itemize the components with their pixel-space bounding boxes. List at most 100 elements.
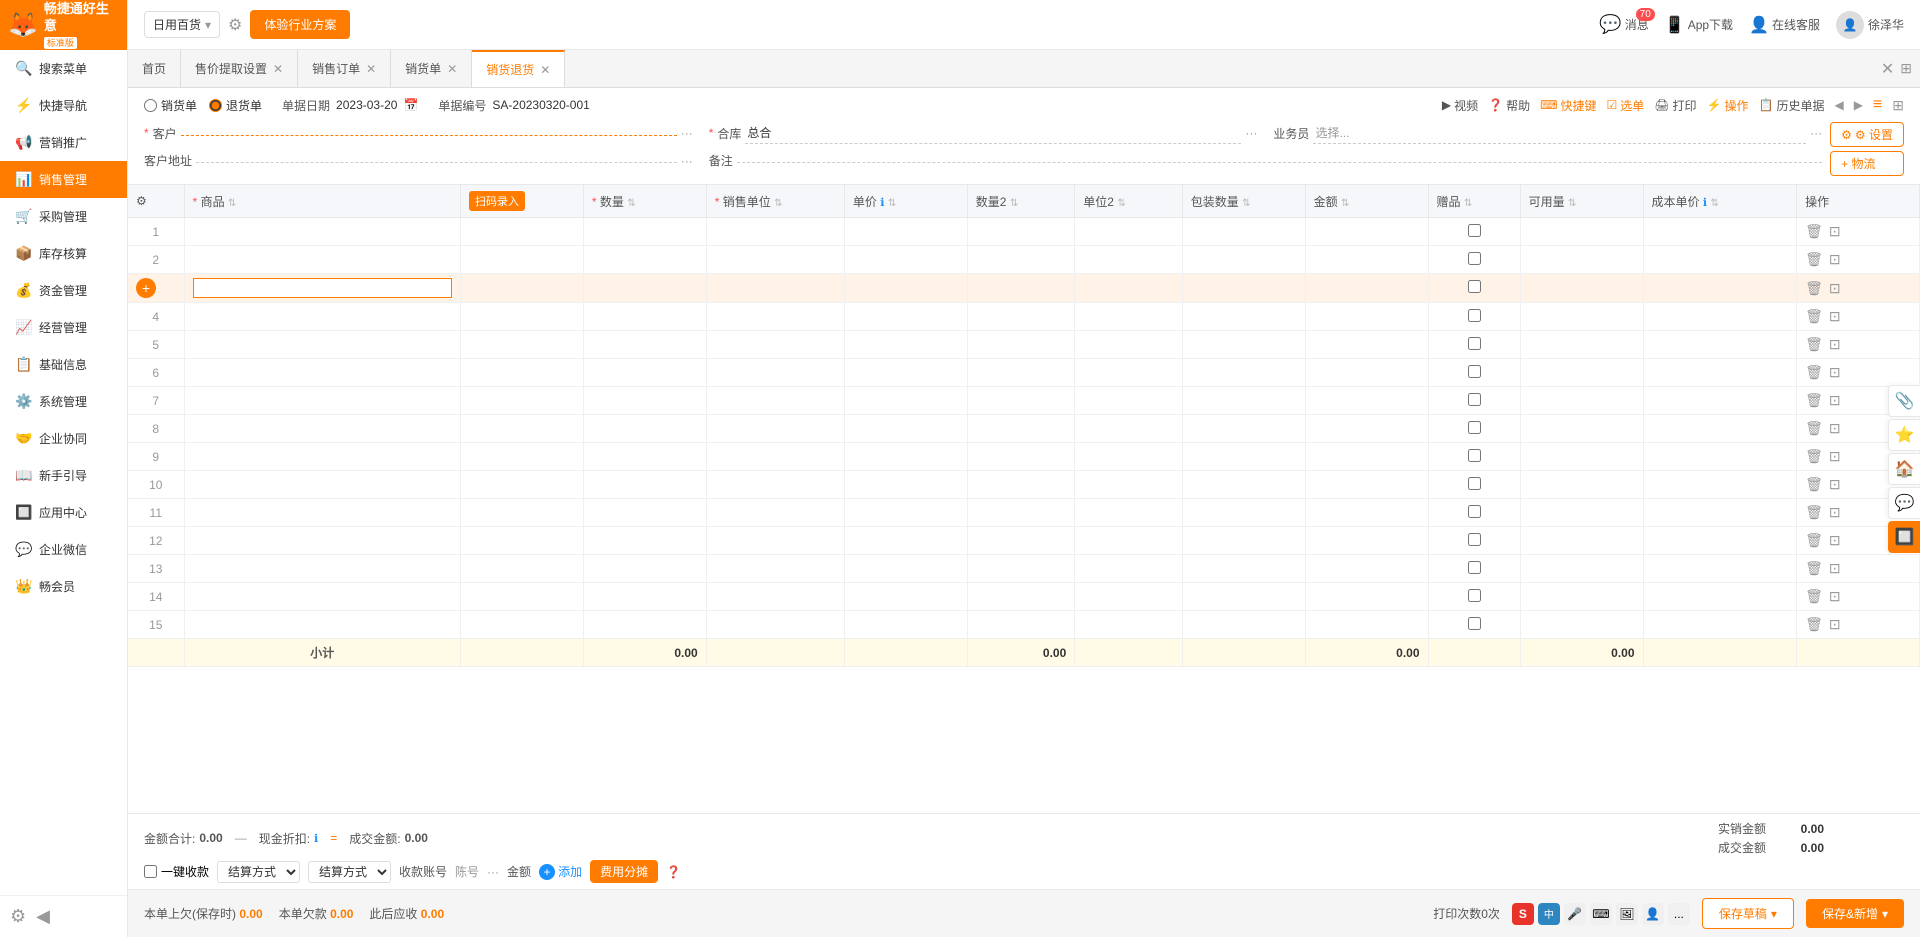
sidebar-item-basic[interactable]: 📋 基础信息	[0, 346, 127, 383]
help-btn[interactable]: ❓ 帮助	[1488, 97, 1530, 114]
sort-icon[interactable]: ⇅	[1341, 198, 1349, 209]
account-dots[interactable]: ···	[487, 865, 499, 879]
copy-icon[interactable]: ⊡	[1829, 616, 1841, 633]
copy-row-icon[interactable]: ⊡	[1829, 280, 1841, 297]
sort-icon[interactable]: ⇅	[1710, 198, 1718, 209]
tab-price-close-icon[interactable]: ✕	[273, 62, 283, 76]
product-cell[interactable]	[184, 218, 460, 246]
tab-expand-icon[interactable]: ⊞	[1900, 60, 1912, 77]
gift-checkbox[interactable]	[1468, 252, 1481, 265]
sidebar-item-inventory[interactable]: 📦 库存核算	[0, 235, 127, 272]
delete-icon[interactable]: 🗑	[1805, 336, 1823, 353]
radio-delivery-input[interactable]	[144, 99, 157, 112]
add-row-btn[interactable]: +	[136, 278, 156, 298]
copy-icon[interactable]: ⊡	[1829, 308, 1841, 325]
gift-checkbox[interactable]	[1468, 393, 1481, 406]
gift-checkbox[interactable]	[1468, 505, 1481, 518]
product-cell-active[interactable]	[184, 274, 460, 303]
rfb-5[interactable]: 🔲	[1888, 521, 1920, 553]
product-cell[interactable]	[184, 246, 460, 274]
sales-unit-cell[interactable]	[706, 246, 844, 274]
gift-cell[interactable]	[1428, 246, 1520, 274]
sort-icon[interactable]: ⇅	[1117, 198, 1125, 209]
sidebar-item-guide[interactable]: 📖 新手引导	[0, 457, 127, 494]
bottom-icon-6[interactable]: 👤	[1642, 903, 1664, 925]
sort-icon[interactable]: ⇅	[888, 198, 896, 209]
copy-icon[interactable]: ⊡	[1829, 560, 1841, 577]
gift-checkbox[interactable]	[1468, 477, 1481, 490]
rfb-3[interactable]: 🏠	[1888, 453, 1920, 485]
save-draft-btn[interactable]: 保存草稿 ▾	[1702, 898, 1794, 929]
address-input[interactable]	[196, 158, 677, 163]
unit2-cell[interactable]	[1075, 274, 1183, 303]
unit-price-cell[interactable]	[844, 246, 967, 274]
sales-unit-cell[interactable]	[706, 274, 844, 303]
warehouse-input[interactable]: 总合	[745, 122, 1241, 144]
sort-icon[interactable]: ⇅	[1010, 198, 1018, 209]
list-view-icon[interactable]: ≡	[1873, 96, 1882, 114]
next-record-icon[interactable]: ▶	[1854, 98, 1863, 112]
tab-sales-order-close-icon[interactable]: ✕	[366, 62, 376, 76]
sort-icon[interactable]: ⇅	[228, 198, 236, 209]
one-click-checkbox[interactable]	[144, 865, 157, 878]
customer-dots[interactable]: ···	[681, 126, 693, 140]
rfb-1[interactable]: 📎	[1888, 385, 1920, 417]
sidebar-item-finance[interactable]: 💰 资金管理	[0, 272, 127, 309]
sidebar-item-apps[interactable]: 🔲 应用中心	[0, 494, 127, 531]
rfb-4[interactable]: 💬	[1888, 487, 1920, 519]
collapse-icon[interactable]: ◀	[36, 906, 50, 927]
tab-home[interactable]: 首页	[128, 50, 181, 88]
sidebar-item-operations[interactable]: 📈 经营管理	[0, 309, 127, 346]
user-menu[interactable]: 👤 徐泽华	[1836, 11, 1904, 39]
pack-qty-cell[interactable]	[1182, 274, 1305, 303]
tab-sales-delivery[interactable]: 销货单 ✕	[391, 50, 472, 88]
calendar-icon[interactable]: 📅	[403, 98, 418, 112]
quantity2-cell[interactable]	[967, 246, 1075, 274]
amount-cell[interactable]	[1305, 246, 1428, 274]
gift-checkbox[interactable]	[1468, 365, 1481, 378]
radio-return-input[interactable]	[209, 99, 222, 112]
warehouse-dots[interactable]: ···	[1245, 126, 1257, 140]
sidebar-item-enterprise[interactable]: 🤝 企业协同	[0, 420, 127, 457]
tab-price-settings[interactable]: 售价提取设置 ✕	[181, 50, 298, 88]
copy-row-icon[interactable]: ⊡	[1829, 223, 1841, 240]
sidebar-item-sales[interactable]: 📊 销售管理	[0, 161, 127, 198]
quantity2-cell[interactable]	[967, 218, 1075, 246]
quantity-cell[interactable]	[583, 218, 706, 246]
topbar-gear-icon[interactable]: ⚙	[228, 15, 242, 35]
amount-cell[interactable]	[1305, 274, 1428, 303]
sort-icon[interactable]: ⇅	[627, 198, 635, 209]
discount-info-icon[interactable]: ℹ	[314, 832, 318, 845]
sidebar-item-wechat[interactable]: 💬 企业微信	[0, 531, 127, 568]
gift-checkbox[interactable]	[1468, 617, 1481, 630]
tab-sales-order[interactable]: 销售订单 ✕	[298, 50, 391, 88]
rfb-2[interactable]: ⭐	[1888, 419, 1920, 451]
tab-sales-return[interactable]: 销货退货 ✕	[472, 50, 565, 88]
copy-icon[interactable]: ⊡	[1829, 448, 1841, 465]
copy-row-icon[interactable]: ⊡	[1829, 251, 1841, 268]
pack-qty-cell[interactable]	[1182, 246, 1305, 274]
video-btn[interactable]: ▶ 视频	[1442, 97, 1478, 114]
delete-icon[interactable]: 🗑	[1805, 420, 1823, 437]
delete-icon[interactable]: 🗑	[1805, 364, 1823, 381]
cost-info-icon[interactable]: ℹ	[1703, 197, 1707, 209]
table-settings-icon[interactable]: ⚙	[136, 194, 147, 208]
quantity-cell[interactable]	[583, 246, 706, 274]
history-btn[interactable]: 📋 历史单据	[1758, 97, 1824, 114]
tab-close-all-icon[interactable]: ✕	[1881, 59, 1894, 79]
address-dots[interactable]: ···	[681, 154, 693, 168]
delete-icon[interactable]: 🗑	[1805, 560, 1823, 577]
unit-price-cell[interactable]	[844, 274, 967, 303]
sidebar-item-quick-nav[interactable]: ⚡ 快捷导航	[0, 87, 127, 124]
delete-row-icon[interactable]: 🗑	[1805, 280, 1823, 297]
calculate-select[interactable]: 结算方式	[308, 861, 391, 883]
date-value[interactable]: 2023-03-20	[336, 98, 397, 112]
gift-checkbox[interactable]	[1468, 421, 1481, 434]
gift-checkbox[interactable]	[1468, 449, 1481, 462]
sidebar-item-search[interactable]: 🔍 搜索菜单	[0, 50, 127, 87]
delete-icon[interactable]: 🗑	[1805, 588, 1823, 605]
bottom-icon-3[interactable]: 🎤	[1564, 903, 1586, 925]
radio-delivery[interactable]: 销货单	[144, 97, 197, 114]
unit-price-cell[interactable]	[844, 218, 967, 246]
quantity-cell[interactable]	[583, 274, 706, 303]
